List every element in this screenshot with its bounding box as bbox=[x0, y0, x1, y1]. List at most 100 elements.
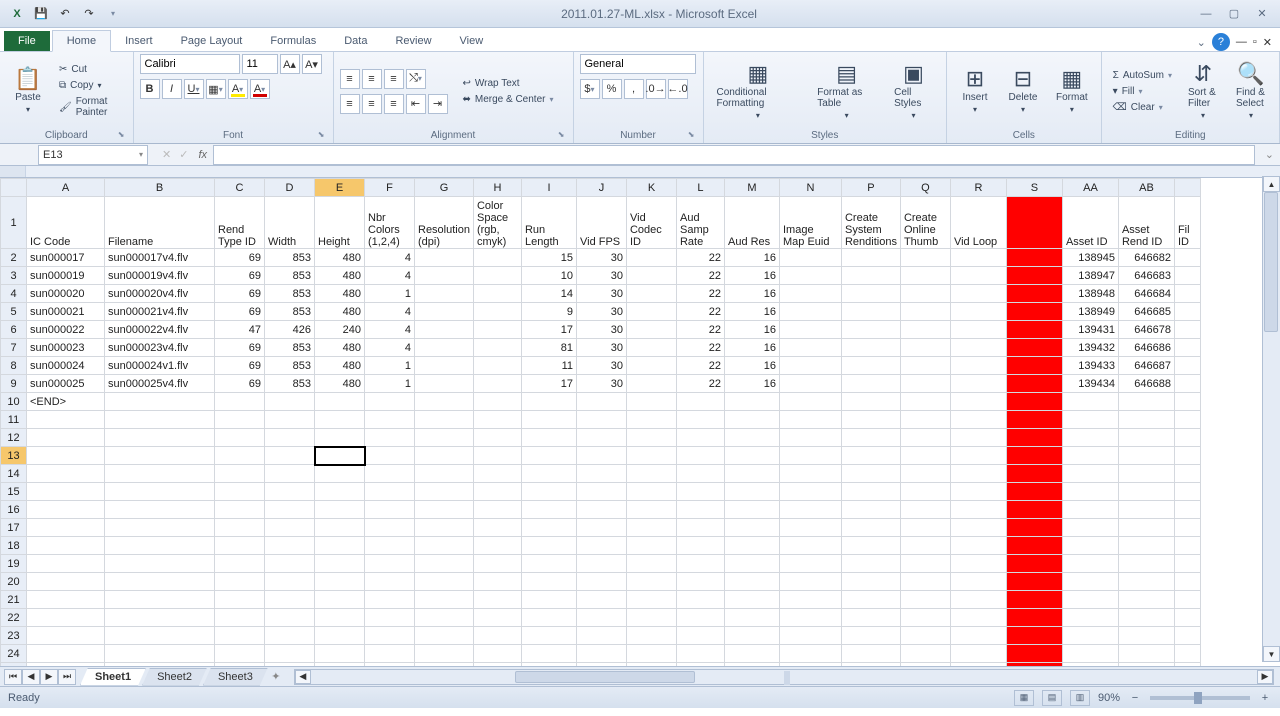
row-header[interactable]: 4 bbox=[1, 285, 27, 303]
data-cell[interactable]: sun000021v4.flv bbox=[105, 303, 215, 321]
data-cell[interactable] bbox=[724, 483, 779, 501]
tab-formulas[interactable]: Formulas bbox=[256, 31, 330, 51]
data-cell[interactable] bbox=[215, 645, 265, 663]
data-cell[interactable] bbox=[779, 447, 841, 465]
row-header[interactable]: 1 bbox=[1, 197, 27, 249]
data-cell[interactable] bbox=[1006, 267, 1062, 285]
data-cell[interactable] bbox=[779, 483, 841, 501]
data-cell[interactable] bbox=[950, 627, 1006, 645]
data-cell[interactable] bbox=[626, 285, 676, 303]
data-cell[interactable] bbox=[1174, 447, 1200, 465]
tab-review[interactable]: Review bbox=[381, 31, 445, 51]
zoom-in-button[interactable]: + bbox=[1258, 692, 1272, 704]
data-cell[interactable] bbox=[950, 375, 1006, 393]
data-cell[interactable] bbox=[1062, 573, 1118, 591]
data-cell[interactable] bbox=[215, 501, 265, 519]
data-cell[interactable] bbox=[676, 663, 724, 667]
data-cell[interactable] bbox=[105, 627, 215, 645]
data-cell[interactable] bbox=[1174, 501, 1200, 519]
data-cell[interactable] bbox=[215, 483, 265, 501]
data-cell[interactable] bbox=[676, 573, 724, 591]
data-cell[interactable] bbox=[415, 663, 474, 667]
data-cell[interactable] bbox=[105, 609, 215, 627]
data-cell[interactable] bbox=[676, 465, 724, 483]
data-cell[interactable] bbox=[626, 591, 676, 609]
hscroll-split-icon[interactable] bbox=[784, 671, 790, 685]
data-cell[interactable]: sun000022v4.flv bbox=[105, 321, 215, 339]
data-cell[interactable] bbox=[900, 663, 950, 667]
header-cell[interactable]: Color Space (rgb, cmyk) bbox=[473, 197, 521, 249]
data-cell[interactable] bbox=[841, 519, 900, 537]
data-cell[interactable]: 22 bbox=[676, 321, 724, 339]
data-cell[interactable] bbox=[676, 483, 724, 501]
data-cell[interactable] bbox=[105, 429, 215, 447]
data-cell[interactable]: sun000019v4.flv bbox=[105, 267, 215, 285]
data-cell[interactable] bbox=[950, 285, 1006, 303]
data-cell[interactable] bbox=[779, 573, 841, 591]
data-cell[interactable] bbox=[779, 429, 841, 447]
column-header[interactable]: K bbox=[626, 179, 676, 197]
column-header[interactable]: M bbox=[724, 179, 779, 197]
data-cell[interactable] bbox=[841, 483, 900, 501]
row-header[interactable]: 23 bbox=[1, 627, 27, 645]
data-cell[interactable] bbox=[27, 411, 105, 429]
percent-format-button[interactable]: % bbox=[602, 79, 622, 99]
data-cell[interactable]: 480 bbox=[315, 339, 365, 357]
column-header[interactable]: P bbox=[841, 179, 900, 197]
data-cell[interactable] bbox=[950, 303, 1006, 321]
data-cell[interactable] bbox=[415, 357, 474, 375]
data-cell[interactable] bbox=[626, 555, 676, 573]
data-cell[interactable] bbox=[105, 573, 215, 591]
data-cell[interactable] bbox=[900, 465, 950, 483]
data-cell[interactable] bbox=[626, 609, 676, 627]
data-cell[interactable] bbox=[950, 411, 1006, 429]
data-cell[interactable] bbox=[676, 591, 724, 609]
data-cell[interactable] bbox=[415, 285, 474, 303]
data-cell[interactable] bbox=[900, 537, 950, 555]
data-cell[interactable] bbox=[365, 609, 415, 627]
data-cell[interactable] bbox=[27, 519, 105, 537]
align-middle-button[interactable]: ≡ bbox=[362, 69, 382, 89]
data-cell[interactable]: 480 bbox=[315, 285, 365, 303]
data-cell[interactable]: 4 bbox=[365, 339, 415, 357]
data-cell[interactable] bbox=[315, 537, 365, 555]
data-cell[interactable] bbox=[415, 537, 474, 555]
data-cell[interactable] bbox=[215, 447, 265, 465]
data-cell[interactable]: sun000023 bbox=[27, 339, 105, 357]
data-cell[interactable] bbox=[473, 429, 521, 447]
data-cell[interactable]: 69 bbox=[215, 339, 265, 357]
data-cell[interactable]: 1 bbox=[365, 375, 415, 393]
data-cell[interactable] bbox=[724, 609, 779, 627]
data-cell[interactable]: 30 bbox=[576, 303, 626, 321]
data-cell[interactable] bbox=[521, 573, 576, 591]
data-cell[interactable] bbox=[365, 501, 415, 519]
data-cell[interactable] bbox=[265, 429, 315, 447]
data-cell[interactable] bbox=[215, 609, 265, 627]
data-cell[interactable]: 16 bbox=[724, 375, 779, 393]
data-cell[interactable] bbox=[841, 573, 900, 591]
data-cell[interactable] bbox=[415, 555, 474, 573]
row-header[interactable]: 22 bbox=[1, 609, 27, 627]
data-cell[interactable] bbox=[265, 573, 315, 591]
data-cell[interactable] bbox=[841, 357, 900, 375]
data-cell[interactable] bbox=[676, 447, 724, 465]
data-cell[interactable] bbox=[1006, 447, 1062, 465]
excel-icon[interactable]: X bbox=[6, 3, 28, 25]
data-cell[interactable]: 30 bbox=[576, 285, 626, 303]
data-cell[interactable] bbox=[1006, 645, 1062, 663]
data-cell[interactable] bbox=[576, 483, 626, 501]
row-header[interactable]: 20 bbox=[1, 573, 27, 591]
data-cell[interactable] bbox=[724, 663, 779, 667]
header-cell[interactable]: Vid FPS bbox=[576, 197, 626, 249]
data-cell[interactable] bbox=[626, 483, 676, 501]
data-cell[interactable] bbox=[626, 429, 676, 447]
data-cell[interactable] bbox=[900, 393, 950, 411]
data-cell[interactable] bbox=[473, 591, 521, 609]
data-cell[interactable] bbox=[900, 267, 950, 285]
data-cell[interactable] bbox=[473, 663, 521, 667]
data-cell[interactable] bbox=[265, 609, 315, 627]
data-cell[interactable] bbox=[841, 501, 900, 519]
data-cell[interactable] bbox=[950, 573, 1006, 591]
data-cell[interactable] bbox=[950, 519, 1006, 537]
data-cell[interactable] bbox=[365, 483, 415, 501]
